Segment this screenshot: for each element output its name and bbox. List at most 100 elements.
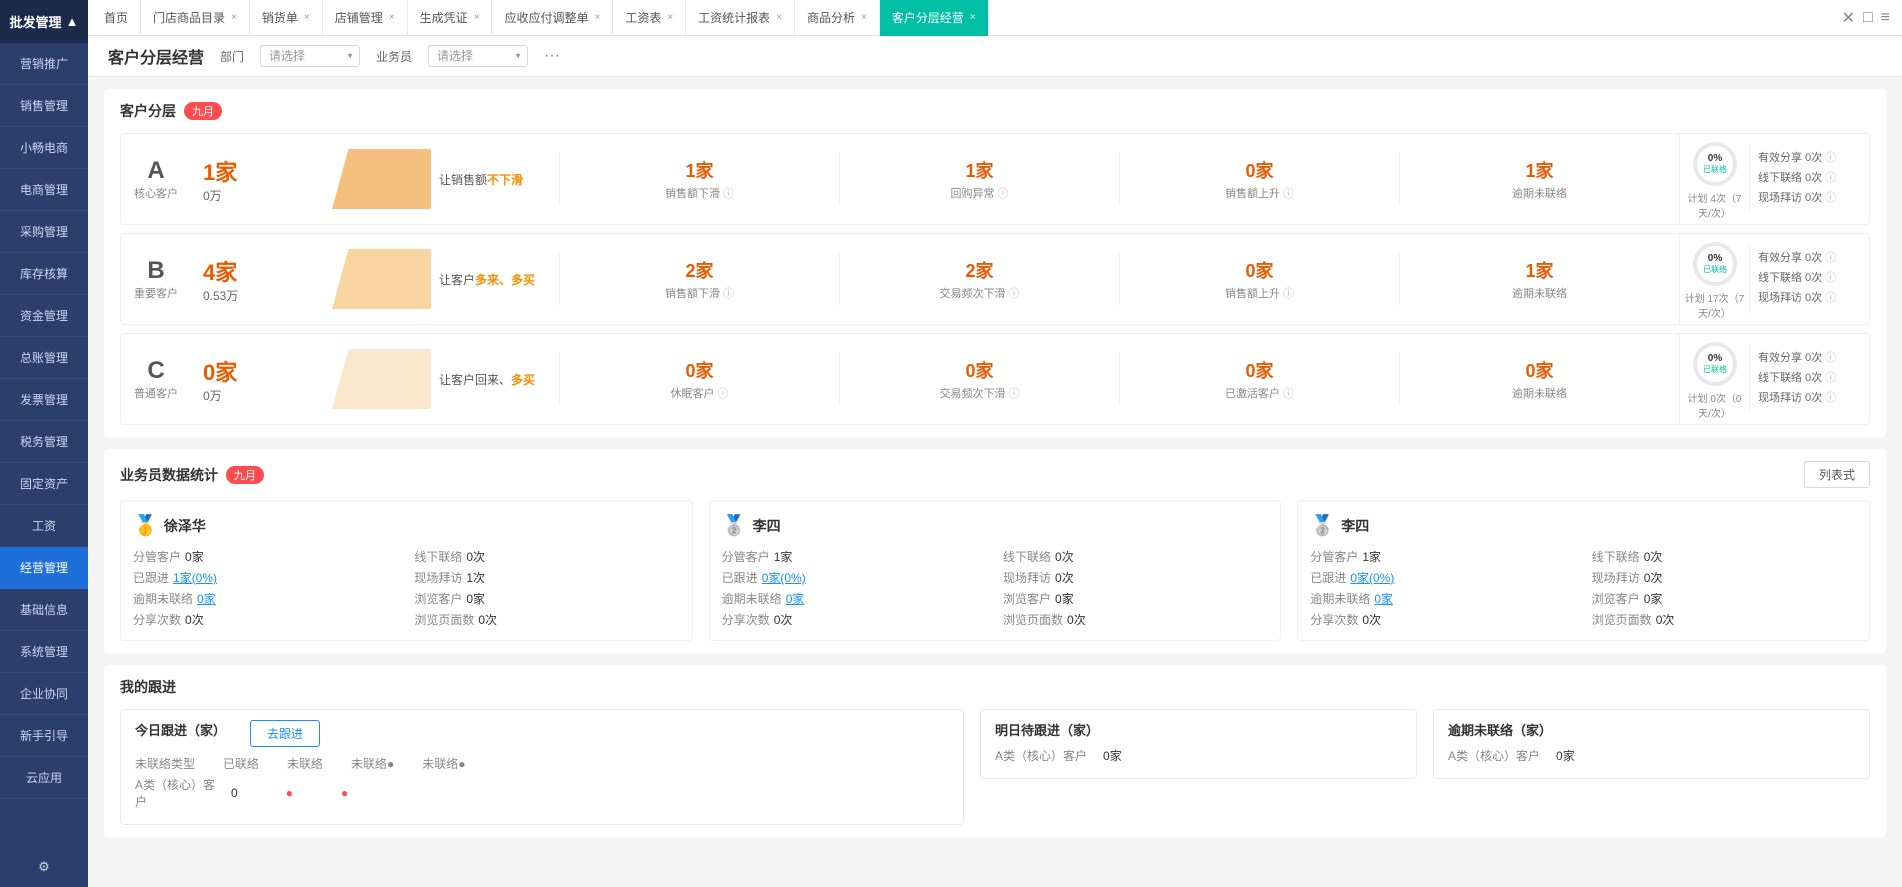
sidebar-item-工资[interactable]: 工资 — [0, 505, 88, 547]
staff-select[interactable]: 请选择 — [428, 45, 528, 67]
metric-label: 休眠客户 ⓘ — [568, 385, 831, 401]
sidebar-item-小畅电商[interactable]: 小畅电商 — [0, 127, 88, 169]
right-stat-info-icon[interactable]: ⓘ — [1825, 152, 1836, 164]
staff-stat-row: 分享次数0次 — [1310, 611, 1575, 628]
list-view-button[interactable]: 列表式 — [1804, 461, 1870, 488]
sidebar-item-系统管理[interactable]: 系统管理 — [0, 631, 88, 673]
tab-工资表[interactable]: 工资表× — [613, 0, 686, 36]
tier-letter-A: A — [129, 157, 183, 185]
right-stat-info-icon[interactable]: ⓘ — [1825, 272, 1836, 284]
tab-close-销货单[interactable]: × — [304, 0, 310, 36]
stat-value[interactable]: 1家(0%) — [173, 569, 217, 586]
follow-overdue-a: A类（核心）客户 0家 — [1448, 747, 1855, 764]
metric-info-icon[interactable]: ⓘ — [998, 188, 1009, 200]
sidebar-settings[interactable]: ⚙ — [0, 847, 88, 887]
metric-info-icon[interactable]: ⓘ — [1009, 288, 1020, 300]
sidebar-item-资金管理[interactable]: 资金管理 — [0, 295, 88, 337]
tab-生成凭证[interactable]: 生成凭证× — [408, 0, 493, 36]
metric-info-icon[interactable]: ⓘ — [1283, 188, 1294, 200]
tab-close-应收应付调整单[interactable]: × — [594, 0, 600, 36]
sidebar-header[interactable]: 批发管理 ▲ — [0, 0, 88, 43]
goto-follow-button[interactable]: 去跟进 — [250, 720, 320, 747]
metric-info-icon[interactable]: ⓘ — [1283, 288, 1294, 300]
sidebar-item-经营管理[interactable]: 经营管理 — [0, 547, 88, 589]
metric-info-icon[interactable]: ⓘ — [1009, 388, 1020, 400]
right-stat-item: 现场拜访 0次 ⓘ — [1758, 389, 1861, 409]
dept-select-wrapper: 请选择 — [260, 45, 360, 67]
metric-info-icon[interactable]: ⓘ — [718, 388, 729, 400]
sidebar-item-新手引导[interactable]: 新手引导 — [0, 715, 88, 757]
tab-close-客户分层经营[interactable]: × — [970, 0, 976, 36]
stat-label: 现场拜访 — [414, 569, 462, 586]
stat-label: 浏览客户 — [414, 590, 462, 607]
tier-metric-B-销售额下滑: 2家销售额下滑 ⓘ — [559, 253, 839, 305]
tab-close-工资表[interactable]: × — [667, 0, 673, 36]
tab-商品分析[interactable]: 商品分析× — [795, 0, 880, 36]
circle-plan-B: 计划 17次（7天/次） — [1684, 290, 1745, 320]
tier-right-stats-B: 有效分享 0次 ⓘ线下联络 0次 ⓘ现场拜访 0次 ⓘ — [1749, 245, 1869, 312]
tier-metric-B-交易频次下滑: 2家交易频次下滑 ⓘ — [839, 253, 1119, 305]
metric-count: 1家 — [568, 157, 831, 183]
stat-value[interactable]: 0家 — [1374, 590, 1393, 607]
sidebar-item-电商管理[interactable]: 电商管理 — [0, 169, 88, 211]
metric-info-icon[interactable]: ⓘ — [1283, 388, 1294, 400]
stat-value: 0次 — [1644, 548, 1663, 565]
follow-today-col: 今日跟进（家） 去跟进 未联络类型 已联络 未联络 未联络● 未联络● A类（核… — [120, 709, 964, 825]
staff-card-1: 🥈李四分管客户1家线下联络0次已跟进0家(0%)现场拜访0次逾期未联络0家浏览客… — [709, 500, 1282, 641]
sidebar-item-税务管理[interactable]: 税务管理 — [0, 421, 88, 463]
follow-title: 我的跟进 — [120, 677, 1870, 697]
tab-menu-icon[interactable]: ≡ — [1881, 9, 1890, 27]
sidebar-item-云应用[interactable]: 云应用 — [0, 757, 88, 799]
follow-a-val1: 0 — [231, 786, 238, 800]
stat-value[interactable]: 0家(0%) — [1350, 569, 1394, 586]
tab-应收应付调整单[interactable]: 应收应付调整单× — [492, 0, 613, 36]
follow-uncontacted-label: 未联络● — [422, 755, 465, 772]
tier-grid: A核心客户1家0万让销售额不下滑1家销售额下滑 ⓘ1家回购异常 ⓘ0家销售额上升… — [120, 133, 1870, 425]
sidebar-item-销售管理[interactable]: 销售管理 — [0, 85, 88, 127]
tab-next-icon[interactable]: □ — [1863, 9, 1873, 27]
tab-close-商品分析[interactable]: × — [861, 0, 867, 36]
sidebar-item-营销推广[interactable]: 营销推广 — [0, 43, 88, 85]
right-stat-info-icon[interactable]: ⓘ — [1825, 352, 1836, 364]
tab-close-门店商品目录[interactable]: × — [231, 0, 237, 36]
tier-stat-B: 4家0.53万 — [191, 247, 321, 312]
sidebar-item-发票管理[interactable]: 发票管理 — [0, 379, 88, 421]
right-stat-info-icon[interactable]: ⓘ — [1825, 192, 1836, 204]
metric-info-icon[interactable]: ⓘ — [723, 288, 734, 300]
dept-select[interactable]: 请选择 — [260, 45, 360, 67]
staff-name-1: 李四 — [753, 516, 781, 536]
sidebar-item-企业协同[interactable]: 企业协同 — [0, 673, 88, 715]
customer-section-header: 客户分层 九月 — [120, 101, 1870, 121]
tab-首页[interactable]: 首页 — [92, 0, 141, 36]
tab-客户分层经营[interactable]: 客户分层经营× — [880, 0, 989, 36]
sidebar-item-固定资产[interactable]: 固定资产 — [0, 463, 88, 505]
sidebar-expand-icon[interactable]: ▲ — [66, 14, 79, 29]
stat-value[interactable]: 0家 — [786, 590, 805, 607]
metric-label: 逾期未联络 — [1408, 285, 1671, 301]
sidebar-item-基础信息[interactable]: 基础信息 — [0, 589, 88, 631]
tab-close-生成凭证[interactable]: × — [474, 0, 480, 36]
stat-value[interactable]: 0家(0%) — [762, 569, 806, 586]
tab-prev-icon[interactable]: ✕ — [1842, 8, 1855, 28]
right-stat-info-icon[interactable]: ⓘ — [1825, 172, 1836, 184]
tab-店铺管理[interactable]: 店铺管理× — [323, 0, 408, 36]
tab-close-工资统计报表[interactable]: × — [776, 0, 782, 36]
right-stat-info-icon[interactable]: ⓘ — [1825, 372, 1836, 384]
tab-close-店铺管理[interactable]: × — [389, 0, 395, 36]
sidebar-item-采购管理[interactable]: 采购管理 — [0, 211, 88, 253]
right-stat-info-icon[interactable]: ⓘ — [1825, 252, 1836, 264]
circle-svg-B: 0% 已联络 — [1689, 238, 1741, 290]
tab-门店商品目录[interactable]: 门店商品目录× — [141, 0, 250, 36]
tab-销货单[interactable]: 销货单× — [250, 0, 323, 36]
sidebar-item-库存核算[interactable]: 库存核算 — [0, 253, 88, 295]
staff-name-2: 李四 — [1341, 516, 1369, 536]
right-stat-info-icon[interactable]: ⓘ — [1825, 292, 1836, 304]
sidebar-item-总账管理[interactable]: 总账管理 — [0, 337, 88, 379]
stat-value[interactable]: 0家 — [197, 590, 216, 607]
tier-letter-B: B — [129, 257, 183, 285]
right-stat-info-icon[interactable]: ⓘ — [1825, 392, 1836, 404]
metric-info-icon[interactable]: ⓘ — [723, 188, 734, 200]
tab-工资统计报表[interactable]: 工资统计报表× — [686, 0, 795, 36]
filter-more-icon[interactable]: ··· — [544, 47, 560, 65]
staff-stat-row: 现场拜访0次 — [1592, 569, 1857, 586]
